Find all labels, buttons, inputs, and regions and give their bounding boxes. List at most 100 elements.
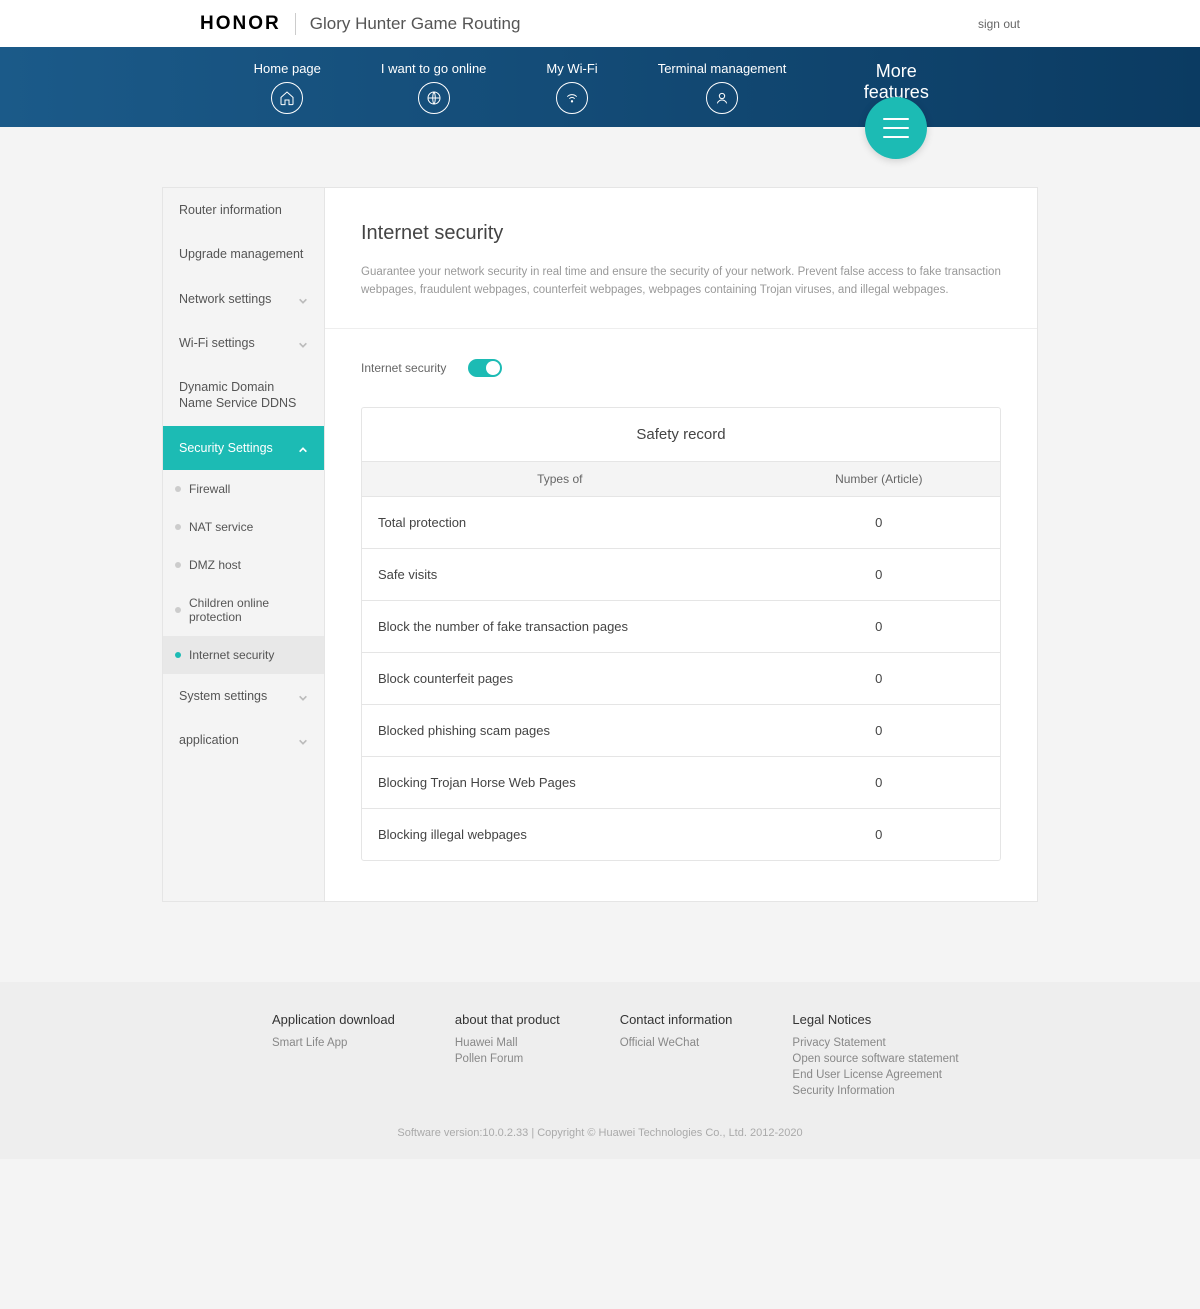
safety-record-card: Safety record Types of Number (Article) … <box>361 407 1001 861</box>
footer-link[interactable]: Smart Life App <box>272 1037 395 1049</box>
sidebar: Router information Upgrade management Netw… <box>162 187 324 902</box>
sidebar-item-label: Network settings <box>179 291 271 307</box>
nav-online[interactable]: I want to go online <box>381 61 487 114</box>
cell-number: 0 <box>758 704 1000 756</box>
cell-number: 0 <box>758 808 1000 860</box>
table-row: Block counterfeit pages0 <box>362 652 1000 704</box>
table-row: Block the number of fake transaction pag… <box>362 600 1000 652</box>
footer-col: Legal Notices Privacy Statement Open sourc… <box>792 1012 958 1101</box>
chevron-up-icon <box>298 443 308 453</box>
footer-col-title: Application download <box>272 1012 395 1027</box>
footer-col: about that product Huawei Mall Pollen Foru… <box>455 1012 560 1101</box>
cell-number: 0 <box>758 652 1000 704</box>
cell-type: Blocking illegal webpages <box>362 808 758 860</box>
sidebar-item[interactable]: Wi-Fi settings <box>163 321 324 365</box>
cell-number: 0 <box>758 756 1000 808</box>
globe-icon <box>418 82 450 114</box>
sidebar-sub-item[interactable]: Children online protection <box>163 584 324 636</box>
sidebar-item[interactable]: System settings <box>163 674 324 718</box>
page: Router information Upgrade management Netw… <box>162 187 1038 902</box>
toggle-row: Internet security <box>325 329 1037 407</box>
footer-col: Application download Smart Life App <box>272 1012 395 1101</box>
sidebar-item-label: System settings <box>179 688 267 704</box>
sidebar-item[interactable]: Network settings <box>163 277 324 321</box>
cell-type: Blocking Trojan Horse Web Pages <box>362 756 758 808</box>
nav-label: I want to go online <box>381 61 487 76</box>
footer-link[interactable]: Pollen Forum <box>455 1053 560 1065</box>
home-icon <box>271 82 303 114</box>
record-table: Types of Number (Article) Total protecti… <box>362 461 1000 860</box>
footer-link[interactable]: Open source software statement <box>792 1053 958 1065</box>
footer-link[interactable]: Official WeChat <box>620 1037 733 1049</box>
sidebar-item[interactable]: Upgrade management <box>163 232 324 276</box>
page-title: Internet security <box>361 222 1001 245</box>
table-row: Blocking Trojan Horse Web Pages0 <box>362 756 1000 808</box>
col-number: Number (Article) <box>758 461 1000 496</box>
sidebar-sub-item[interactable]: DMZ host <box>163 546 324 584</box>
sidebar-item-label: Upgrade management <box>179 246 303 262</box>
table-row: Blocking illegal webpages0 <box>362 808 1000 860</box>
content: Internet security Guarantee your network… <box>324 187 1038 902</box>
wifi-icon <box>556 82 588 114</box>
sidebar-item-label: Dynamic Domain Name Service DDNS <box>179 379 308 412</box>
user-icon <box>706 82 738 114</box>
footer-link[interactable]: Huawei Mall <box>455 1037 560 1049</box>
table-row: Total protection0 <box>362 496 1000 548</box>
sidebar-item[interactable]: Router information <box>163 188 324 232</box>
navbar: Home page I want to go online My Wi-Fi T… <box>0 47 1200 127</box>
nav-label: My Wi-Fi <box>546 61 597 76</box>
footer-link[interactable]: End User License Agreement <box>792 1069 958 1081</box>
footer-col-title: Contact information <box>620 1012 733 1027</box>
more-button[interactable] <box>865 97 927 159</box>
nav-terminal[interactable]: Terminal management <box>658 61 787 114</box>
col-type: Types of <box>362 461 758 496</box>
logo: HONOR <box>200 13 281 35</box>
sidebar-item[interactable]: Dynamic Domain Name Service DDNS <box>163 365 324 426</box>
footer: Application download Smart Life App about … <box>0 982 1200 1159</box>
nav-wifi[interactable]: My Wi-Fi <box>546 61 597 114</box>
sidebar-item[interactable]: Security Settings <box>163 426 324 470</box>
chevron-down-icon <box>298 338 308 348</box>
sidebar-sub-item[interactable]: Internet security <box>163 636 324 674</box>
hamburger-icon <box>883 118 909 138</box>
signout-link[interactable]: sign out <box>978 17 1020 31</box>
cell-type: Total protection <box>362 496 758 548</box>
divider <box>295 13 296 35</box>
page-desc: Guarantee your network security in real … <box>361 263 1001 300</box>
cell-type: Block counterfeit pages <box>362 652 758 704</box>
cell-number: 0 <box>758 548 1000 600</box>
sidebar-item-label: Wi-Fi settings <box>179 335 255 351</box>
nav-label: Home page <box>254 61 321 76</box>
footer-col: Contact information Official WeChat <box>620 1012 733 1101</box>
toggle-label: Internet security <box>361 361 446 375</box>
footer-bottom: Software version:10.0.2.33 | Copyright ©… <box>0 1127 1200 1139</box>
table-row: Safe visits0 <box>362 548 1000 600</box>
cell-type: Blocked phishing scam pages <box>362 704 758 756</box>
internet-security-toggle[interactable] <box>468 359 502 377</box>
footer-link[interactable]: Security Information <box>792 1085 958 1097</box>
nav-label: Terminal management <box>658 61 787 76</box>
content-header: Internet security Guarantee your network… <box>325 188 1037 329</box>
topbar: HONOR Glory Hunter Game Routing sign out <box>0 0 1200 47</box>
product-title: Glory Hunter Game Routing <box>310 14 521 34</box>
sidebar-item[interactable]: application <box>163 718 324 762</box>
chevron-down-icon <box>298 735 308 745</box>
nav-more: More features <box>846 61 946 103</box>
cell-type: Block the number of fake transaction pag… <box>362 600 758 652</box>
nav-home[interactable]: Home page <box>254 61 321 114</box>
sidebar-item-label: application <box>179 732 239 748</box>
sidebar-sub-item[interactable]: NAT service <box>163 508 324 546</box>
cell-number: 0 <box>758 496 1000 548</box>
sidebar-item-label: Security Settings <box>179 440 273 456</box>
sidebar-item-label: Router information <box>179 202 282 218</box>
sidebar-sub-item[interactable]: Firewall <box>163 470 324 508</box>
chevron-down-icon <box>298 691 308 701</box>
cell-type: Safe visits <box>362 548 758 600</box>
cell-number: 0 <box>758 600 1000 652</box>
record-title: Safety record <box>362 408 1000 461</box>
footer-col-title: Legal Notices <box>792 1012 958 1027</box>
table-row: Blocked phishing scam pages0 <box>362 704 1000 756</box>
footer-col-title: about that product <box>455 1012 560 1027</box>
footer-link[interactable]: Privacy Statement <box>792 1037 958 1049</box>
chevron-down-icon <box>298 294 308 304</box>
